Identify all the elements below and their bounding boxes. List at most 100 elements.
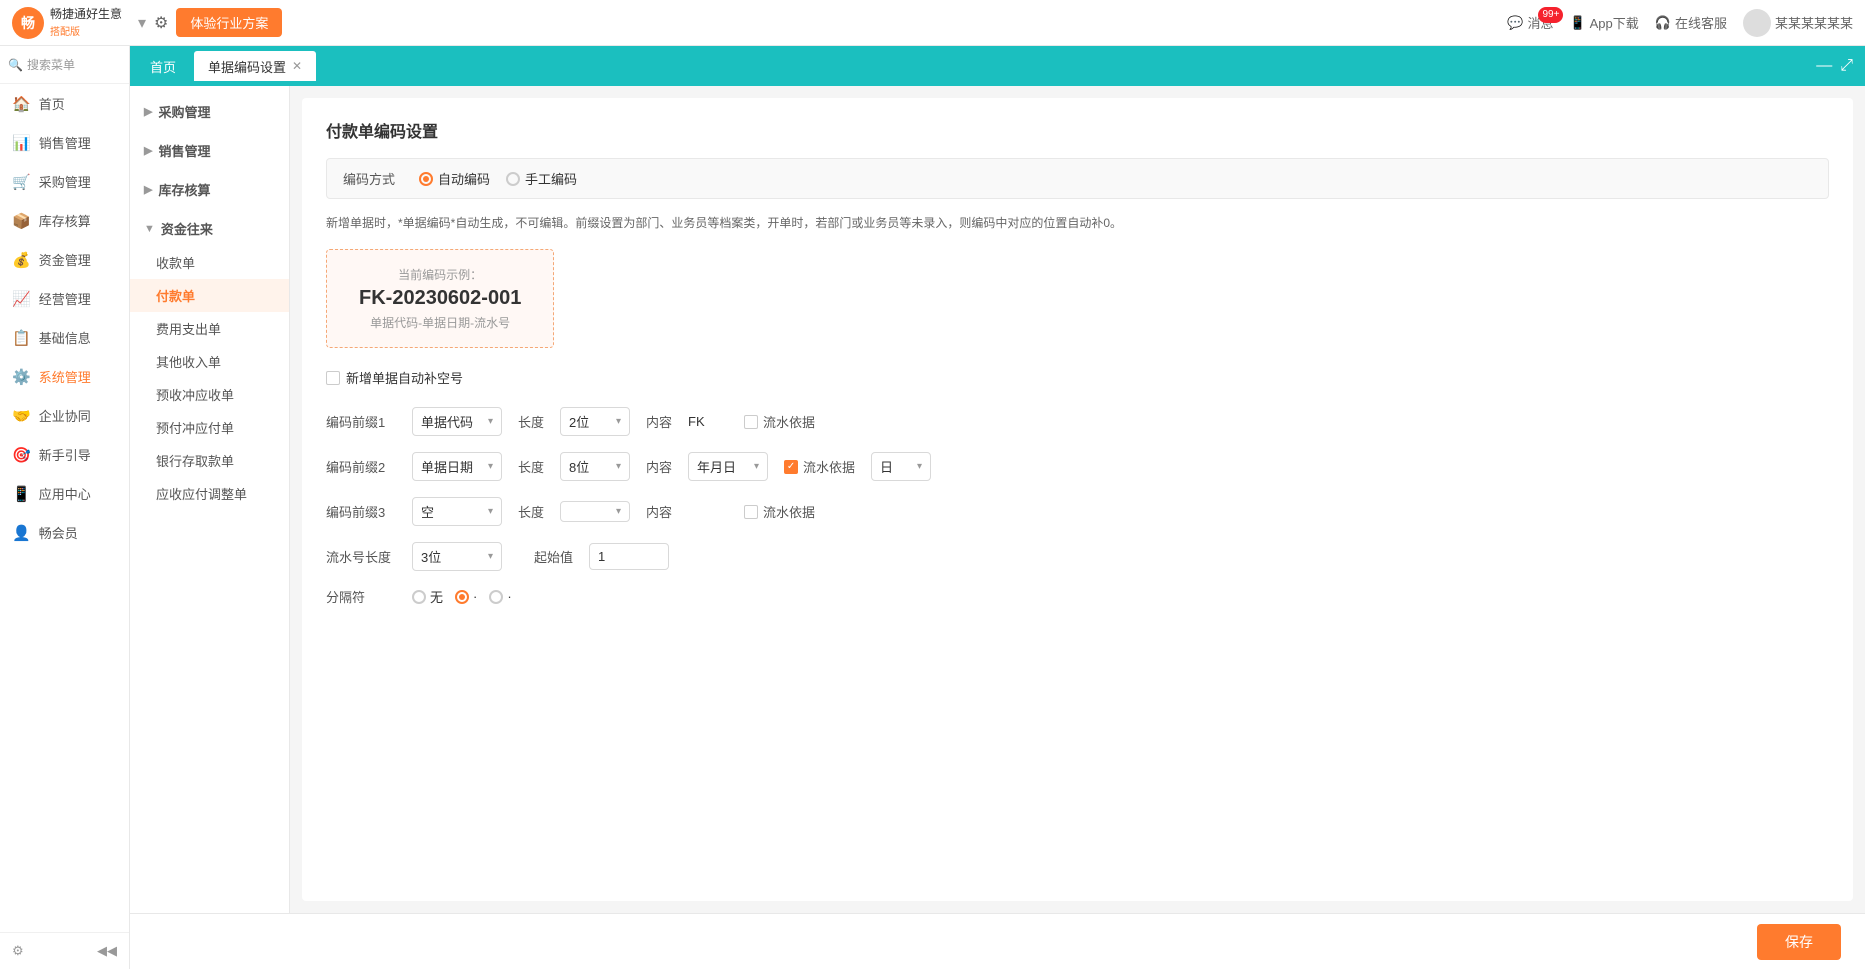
sub-menu: ▶ 采购管理 ▶ 销售管理 ▶ 库存核算 <box>130 86 290 913</box>
search-icon: 🔍 <box>8 58 23 72</box>
search-inner[interactable]: 🔍 搜索菜单 <box>8 56 121 73</box>
sidebar-item-finance[interactable]: 💰 资金管理 <box>0 240 129 279</box>
arrow-right-icon3: ▶ <box>144 183 152 196</box>
sidebar-item-inventory[interactable]: 📦 库存核算 <box>0 201 129 240</box>
sep-dot2-radio[interactable]: · <box>489 589 511 604</box>
save-button[interactable]: 保存 <box>1757 924 1841 960</box>
online-service-btn[interactable]: 🎧 在线客服 <box>1655 13 1727 32</box>
prefix2-caret: ▾ <box>488 461 493 472</box>
sidebar-item-basic-info[interactable]: 📋 基础信息 <box>0 318 129 357</box>
prefix2-select[interactable]: 单据日期 ▾ <box>412 452 502 481</box>
sep-dot-radio[interactable]: · <box>455 589 477 604</box>
liushui3-checkbox[interactable] <box>744 505 758 519</box>
app-download-btn[interactable]: 📱 App下载 <box>1569 13 1638 32</box>
tab-expand-icon[interactable]: ⤢ <box>1840 57 1853 75</box>
nav-dropdown-btn[interactable]: ▾ <box>138 13 146 33</box>
header-nav-btns: ▾ ⚙ 体验行业方案 <box>138 8 282 37</box>
sidebar-item-home[interactable]: 🏠 首页 <box>0 84 129 123</box>
system-icon: ⚙️ <box>12 368 31 386</box>
tab-encode-settings[interactable]: 单据编码设置 ✕ <box>194 51 316 81</box>
length1-select[interactable]: 2位 ▾ <box>560 407 630 436</box>
sep-radio-group: 无 · · <box>412 587 512 606</box>
code-preview-label: 当前编码示例： <box>359 266 521 283</box>
serial-length-row: 流水号长度 3位 ▾ 起始值 1 <box>326 542 1829 571</box>
sub-menu-item-bank[interactable]: 银行存取款单 <box>130 444 289 477</box>
content-with-tabs: 首页 单据编码设置 ✕ — ⤢ ▶ 采购管理 <box>130 46 1865 969</box>
logo-area: 畅 畅捷通好生意 搭配版 <box>12 7 122 39</box>
sub-menu-item-expense[interactable]: 费用支出单 <box>130 312 289 345</box>
manual-encode-radio[interactable]: 手工编码 <box>506 169 577 188</box>
start-value-input[interactable]: 1 <box>589 543 669 570</box>
prefix3-label: 编码前缀3 <box>326 502 396 521</box>
sep-none-dot <box>412 590 426 604</box>
sidebar-collapse-icon[interactable]: ◀◀ <box>97 943 117 959</box>
logo-main-text: 畅捷通好生意 <box>50 7 122 23</box>
encode-mode-row: 编码方式 自动编码 手工编码 <box>326 158 1829 199</box>
sub-menu-item-prepaid-ar[interactable]: 预收冲应收单 <box>130 378 289 411</box>
tab-minimize-icon[interactable]: — <box>1816 57 1832 75</box>
sidebar-item-enterprise[interactable]: 🤝 企业协同 <box>0 396 129 435</box>
prefix3-select[interactable]: 空 ▾ <box>412 497 502 526</box>
prefix1-select[interactable]: 单据代码 ▾ <box>412 407 502 436</box>
content2-label: 内容 <box>646 457 672 476</box>
auto-fill-checkbox[interactable] <box>326 371 340 385</box>
sidebar-item-system[interactable]: ⚙️ 系统管理 <box>0 357 129 396</box>
code-preview-sub: 单据代码-单据日期-流水号 <box>359 314 521 331</box>
sidebar-item-member[interactable]: 👤 畅会员 <box>0 513 129 552</box>
sidebar-item-operations[interactable]: 📈 经营管理 <box>0 279 129 318</box>
sub-menu-item-receipt[interactable]: 收款单 <box>130 246 289 279</box>
content3-label: 内容 <box>646 502 672 521</box>
sub-menu-item-prepaid-ap[interactable]: 预付冲应付单 <box>130 411 289 444</box>
form-row-1: 编码前缀1 单据代码 ▾ 长度 2位 ▾ 内容 FK 流水依据 <box>326 407 1829 436</box>
auto-fill-row: 新增单据自动补空号 <box>326 368 1829 387</box>
sidebar-item-purchase[interactable]: 🛒 采购管理 <box>0 162 129 201</box>
liushui3-check: 流水依据 <box>744 502 815 521</box>
sep-none-radio[interactable]: 无 <box>412 587 443 606</box>
sales-icon: 📊 <box>12 134 31 152</box>
inventory-icon: 📦 <box>12 212 31 230</box>
sidebar-item-guide[interactable]: 🎯 新手引导 <box>0 435 129 474</box>
arrow-down-icon: ▼ <box>144 223 155 235</box>
sub-group-header-sales[interactable]: ▶ 销售管理 <box>130 133 289 168</box>
header-settings-btn[interactable]: ⚙ <box>154 13 168 33</box>
length2-select[interactable]: 8位 ▾ <box>560 452 630 481</box>
logo-sub-text: 搭配版 <box>50 23 122 38</box>
separator-label: 分隔符 <box>326 587 396 606</box>
sub-menu-item-payment[interactable]: 付款单 <box>130 279 289 312</box>
industry-btn[interactable]: 体验行业方案 <box>176 8 282 37</box>
sidebar-search[interactable]: 🔍 搜索菜单 <box>0 46 129 84</box>
messages-btn[interactable]: 💬 消息 99+ <box>1507 13 1553 32</box>
bottom-bar: 保存 <box>130 913 1865 969</box>
serial-length-label: 流水号长度 <box>326 547 396 566</box>
prefix3-caret: ▾ <box>488 506 493 517</box>
sub-menu-item-other-income[interactable]: 其他收入单 <box>130 345 289 378</box>
sep-dot2-dot <box>489 590 503 604</box>
sidebar-item-appcenter[interactable]: 📱 应用中心 <box>0 474 129 513</box>
tab-home[interactable]: 首页 <box>136 51 190 81</box>
length1-label: 长度 <box>518 412 544 431</box>
user-avatar-area[interactable]: 某某某某某某 <box>1743 9 1853 37</box>
tab-close-btn[interactable]: ✕ <box>292 59 302 73</box>
liushui2-checkbox[interactable]: ✓ <box>784 460 798 474</box>
sidebar-item-sales[interactable]: 📊 销售管理 <box>0 123 129 162</box>
serial-length-select[interactable]: 3位 ▾ <box>412 542 502 571</box>
tab-bar-actions: — ⤢ <box>1816 57 1861 75</box>
auto-encode-radio[interactable]: 自动编码 <box>419 169 490 188</box>
sub-group-header-capital[interactable]: ▼ 资金往来 <box>130 211 289 246</box>
sub-group-header-purchase[interactable]: ▶ 采购管理 <box>130 94 289 129</box>
user-avatar <box>1743 9 1771 37</box>
length3-select[interactable]: ▾ <box>560 501 630 522</box>
liushui2-select[interactable]: 日 ▾ <box>871 452 931 481</box>
sidebar-settings-icon[interactable]: ⚙ <box>12 943 24 959</box>
liushui1-checkbox[interactable] <box>744 415 758 429</box>
sub-group-purchase: ▶ 采购管理 <box>130 94 289 129</box>
length1-caret: ▾ <box>616 416 621 427</box>
logo-icon: 畅 <box>12 7 44 39</box>
guide-icon: 🎯 <box>12 446 31 464</box>
logo-text-block: 畅捷通好生意 搭配版 <box>50 7 122 38</box>
content2-select[interactable]: 年月日 ▾ <box>688 452 768 481</box>
sub-group-header-inventory[interactable]: ▶ 库存核算 <box>130 172 289 207</box>
sub-group-capital: ▼ 资金往来 收款单 付款单 费用支出单 其他收入单 预收冲应收单 预付冲应付单… <box>130 211 289 510</box>
sub-menu-item-adjust[interactable]: 应收应付调整单 <box>130 477 289 510</box>
sub-group-inventory: ▶ 库存核算 <box>130 172 289 207</box>
